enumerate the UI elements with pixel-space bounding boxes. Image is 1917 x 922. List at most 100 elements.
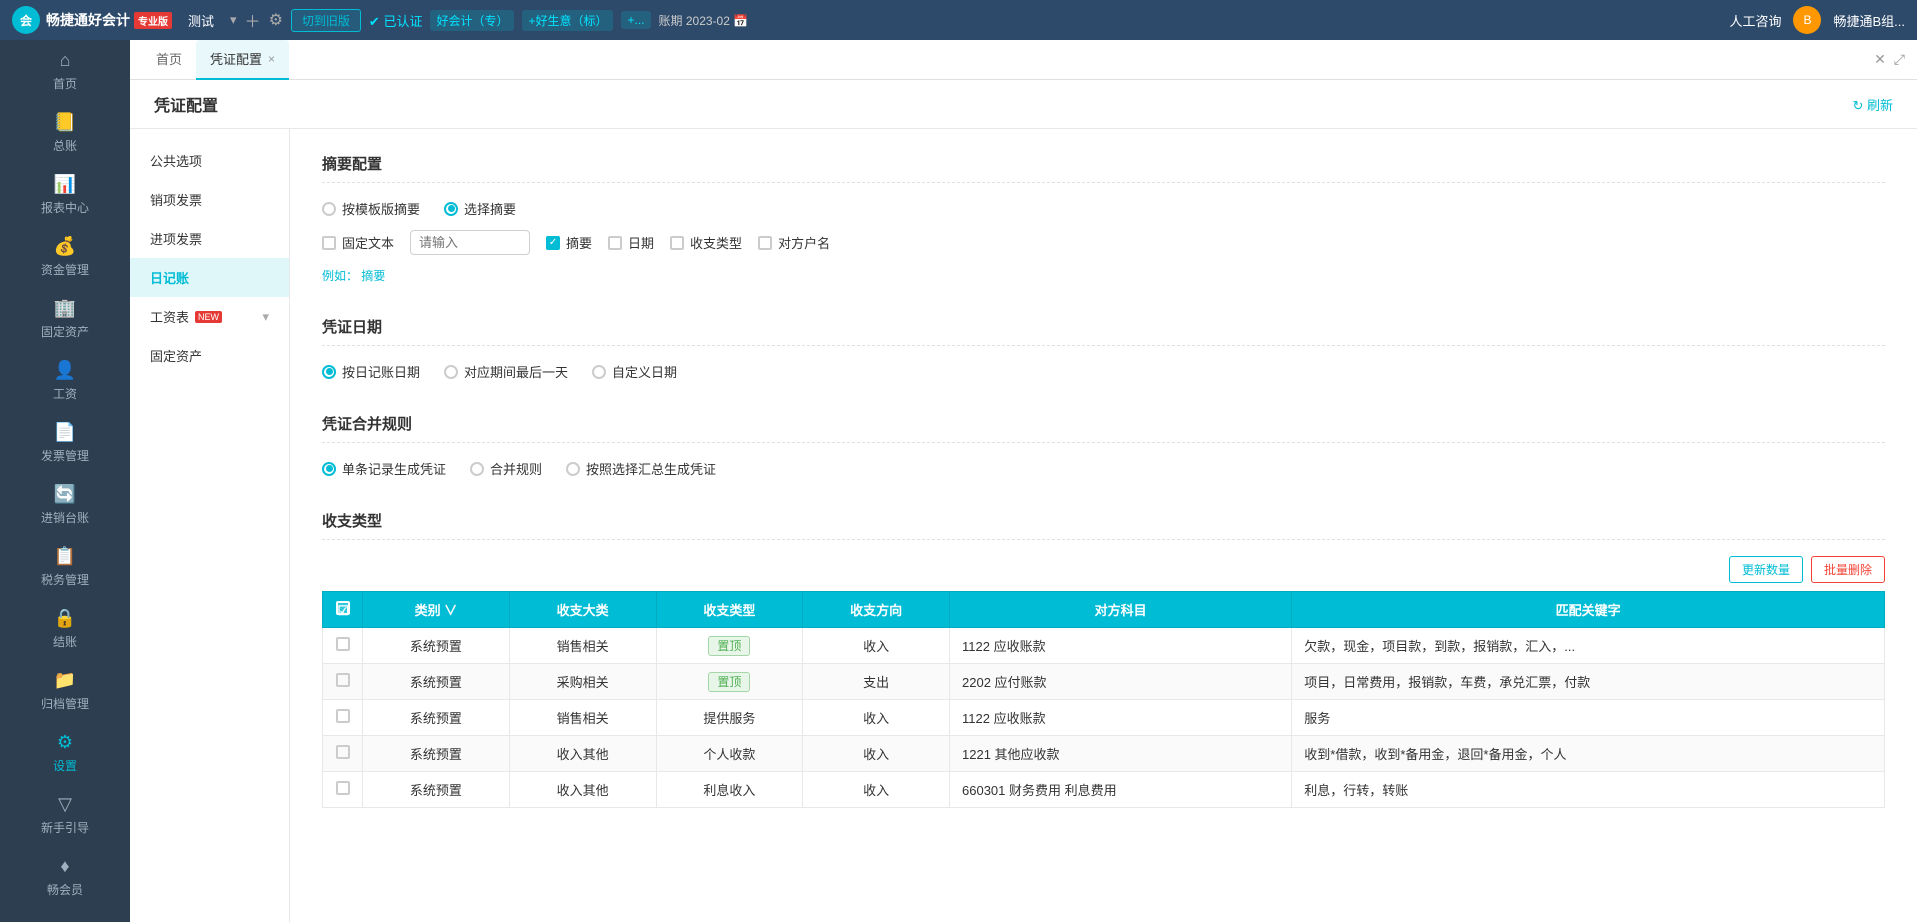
row-direction: 收入 <box>803 700 950 736</box>
sidebar-item-fixed-assets[interactable]: 🏢 固定资产 <box>0 288 130 350</box>
left-nav-wage-table-label: 工资表 <box>150 307 189 326</box>
sidebar-label-home: 首页 <box>53 75 77 92</box>
radio-template[interactable]: 按模板版摘要 <box>322 199 420 218</box>
sidebar-item-invoice-mgmt[interactable]: 📄 发票管理 <box>0 412 130 474</box>
sidebar-label-funds: 资金管理 <box>41 261 89 278</box>
left-nav-fixed-assets[interactable]: 固定资产 <box>130 336 289 375</box>
select-all-checkbox[interactable]: ☑ <box>336 601 350 615</box>
sidebar-item-payroll[interactable]: 👤 工资 <box>0 350 130 412</box>
window-expand-btn[interactable]: ⤢ <box>1894 51 1905 68</box>
type-tag-1[interactable]: 置顶 <box>708 672 750 692</box>
page-header: 凭证配置 ↻ 刷新 <box>130 80 1917 129</box>
sidebar-item-guide[interactable]: ▽ 新手引导 <box>0 784 130 846</box>
checkbox-fixed-text-label: 固定文本 <box>342 233 394 252</box>
row-category: 系统预置 <box>363 772 510 808</box>
radio-period-last[interactable]: 对应期间最后一天 <box>444 362 568 381</box>
checkbox-fixed-text[interactable]: 固定文本 <box>322 233 394 252</box>
fixed-text-input[interactable] <box>410 230 530 255</box>
radio-custom-date[interactable]: 自定义日期 <box>592 362 677 381</box>
voucher-date-section: 凭证日期 按日记账日期 对应期间最后一天 <box>322 316 1885 381</box>
row-direction: 收入 <box>803 772 950 808</box>
delete-btn[interactable]: 批量删除 <box>1811 556 1885 583</box>
left-nav-wage-table[interactable]: 工资表 NEW ▾ <box>130 297 289 336</box>
radio-journal-date[interactable]: 按日记账日期 <box>322 362 420 381</box>
sidebar-label-reports: 报表中心 <box>41 199 89 216</box>
row-keywords: 服务 <box>1292 700 1885 736</box>
left-nav-public[interactable]: 公共选项 <box>130 141 289 180</box>
type-tag-0[interactable]: 置顶 <box>708 636 750 656</box>
table-row: 系统预置收入其他利息收入收入660301 财务费用 利息费用利息，行转，转账 <box>323 772 1885 808</box>
avatar: B <box>1793 6 1821 34</box>
sidebar-item-tax[interactable]: 📋 税务管理 <box>0 536 130 598</box>
radio-single[interactable]: 单条记录生成凭证 <box>322 459 446 478</box>
income-expense-title: 收支类型 <box>322 510 1885 540</box>
left-nav-purchase-invoice[interactable]: 进项发票 <box>130 219 289 258</box>
add-icon[interactable]: ＋ <box>245 8 261 32</box>
row-keywords: 利息，行转，转账 <box>1292 772 1885 808</box>
checkbox-date-label: 日期 <box>628 233 654 252</box>
checkbox-type-box <box>670 236 684 250</box>
row-checkbox-1[interactable] <box>336 673 350 687</box>
sidebar-item-member[interactable]: ♦ 畅会员 <box>0 846 130 908</box>
row-checkbox-4[interactable] <box>336 781 350 795</box>
update-btn[interactable]: 更新数量 <box>1729 556 1803 583</box>
sidebar-label-invoice-mgmt: 发票管理 <box>41 447 89 464</box>
radio-journal-date-label: 按日记账日期 <box>342 362 420 381</box>
th-type: 收支类型 <box>656 592 803 628</box>
settings-icon[interactable]: ⚙ <box>269 10 283 30</box>
logo-icon: 会 <box>12 6 40 34</box>
row-checkbox-2[interactable] <box>336 709 350 723</box>
checkbox-date[interactable]: 日期 <box>608 233 654 252</box>
sidebar-item-reports[interactable]: 📊 报表中心 <box>0 164 130 226</box>
refresh-btn[interactable]: ↻ 刷新 <box>1852 95 1893 114</box>
new-badge: NEW <box>195 311 222 323</box>
sidebar-item-settings[interactable]: ⚙ 设置 <box>0 722 130 784</box>
consult-btn[interactable]: 人工咨询 <box>1729 11 1781 30</box>
sidebar-label-settings: 设置 <box>53 757 77 774</box>
row-category: 系统预置 <box>363 736 510 772</box>
left-nav-journal[interactable]: 日记账 <box>130 258 289 297</box>
company-dropdown-icon[interactable]: ▾ <box>230 12 237 28</box>
row-type: 利息收入 <box>656 772 803 808</box>
checkbox-counterparty[interactable]: 对方户名 <box>758 233 830 252</box>
radio-summary-gen[interactable]: 按照选择汇总生成凭证 <box>566 459 716 478</box>
row-checkbox-0[interactable] <box>336 637 350 651</box>
merge-rules-section: 凭证合并规则 单条记录生成凭证 合并规则 <box>322 413 1885 478</box>
tab-voucher-config-label: 凭证配置 <box>210 49 262 68</box>
row-category: 系统预置 <box>363 628 510 664</box>
radio-summary-gen-label: 按照选择汇总生成凭证 <box>586 459 716 478</box>
window-close-btn[interactable]: ✕ <box>1874 51 1886 68</box>
radio-template-btn <box>322 202 336 216</box>
sidebar-item-purchase-sales[interactable]: 🔄 进销台账 <box>0 474 130 536</box>
tab-close-icon[interactable]: × <box>268 52 275 66</box>
closing-icon: 🔒 <box>54 608 76 629</box>
row-checkbox-3[interactable] <box>336 745 350 759</box>
switch-old-btn[interactable]: 切到旧版 <box>291 9 361 32</box>
tab-voucher-config[interactable]: 凭证配置 × <box>196 40 289 80</box>
radio-select-btn <box>444 202 458 216</box>
sidebar-item-closing[interactable]: 🔒 结账 <box>0 598 130 660</box>
checkbox-counterparty-box <box>758 236 772 250</box>
sidebar-item-ledger[interactable]: 📒 总账 <box>0 102 130 164</box>
th-checkbox: ☑ <box>323 592 363 628</box>
ledger-icon: 📒 <box>54 112 76 133</box>
tab-home[interactable]: 首页 <box>142 40 196 80</box>
sidebar-label-ledger: 总账 <box>53 137 77 154</box>
left-nav-sales-invoice[interactable]: 销项发票 <box>130 180 289 219</box>
th-account: 对方科目 <box>950 592 1292 628</box>
radio-custom-date-btn <box>592 365 606 379</box>
checkbox-type[interactable]: 收支类型 <box>670 233 742 252</box>
radio-merge[interactable]: 合并规则 <box>470 459 542 478</box>
sidebar-label-payroll: 工资 <box>53 385 77 402</box>
radio-merge-btn <box>470 462 484 476</box>
table-actions: 更新数量 批量删除 <box>322 556 1885 583</box>
sidebar-item-home[interactable]: ⌂ 首页 <box>0 40 130 102</box>
app-name: 畅捷通好会计 <box>46 10 130 30</box>
sidebar-item-archive[interactable]: 📁 归档管理 <box>0 660 130 722</box>
radio-select[interactable]: 选择摘要 <box>444 199 516 218</box>
window-controls: ✕ ⤢ <box>1874 51 1905 68</box>
radio-single-label: 单条记录生成凭证 <box>342 459 446 478</box>
sidebar-item-funds[interactable]: 💰 资金管理 <box>0 226 130 288</box>
checkbox-summary[interactable]: 摘要 <box>546 233 592 252</box>
sidebar-label-member: 畅会员 <box>47 881 83 898</box>
